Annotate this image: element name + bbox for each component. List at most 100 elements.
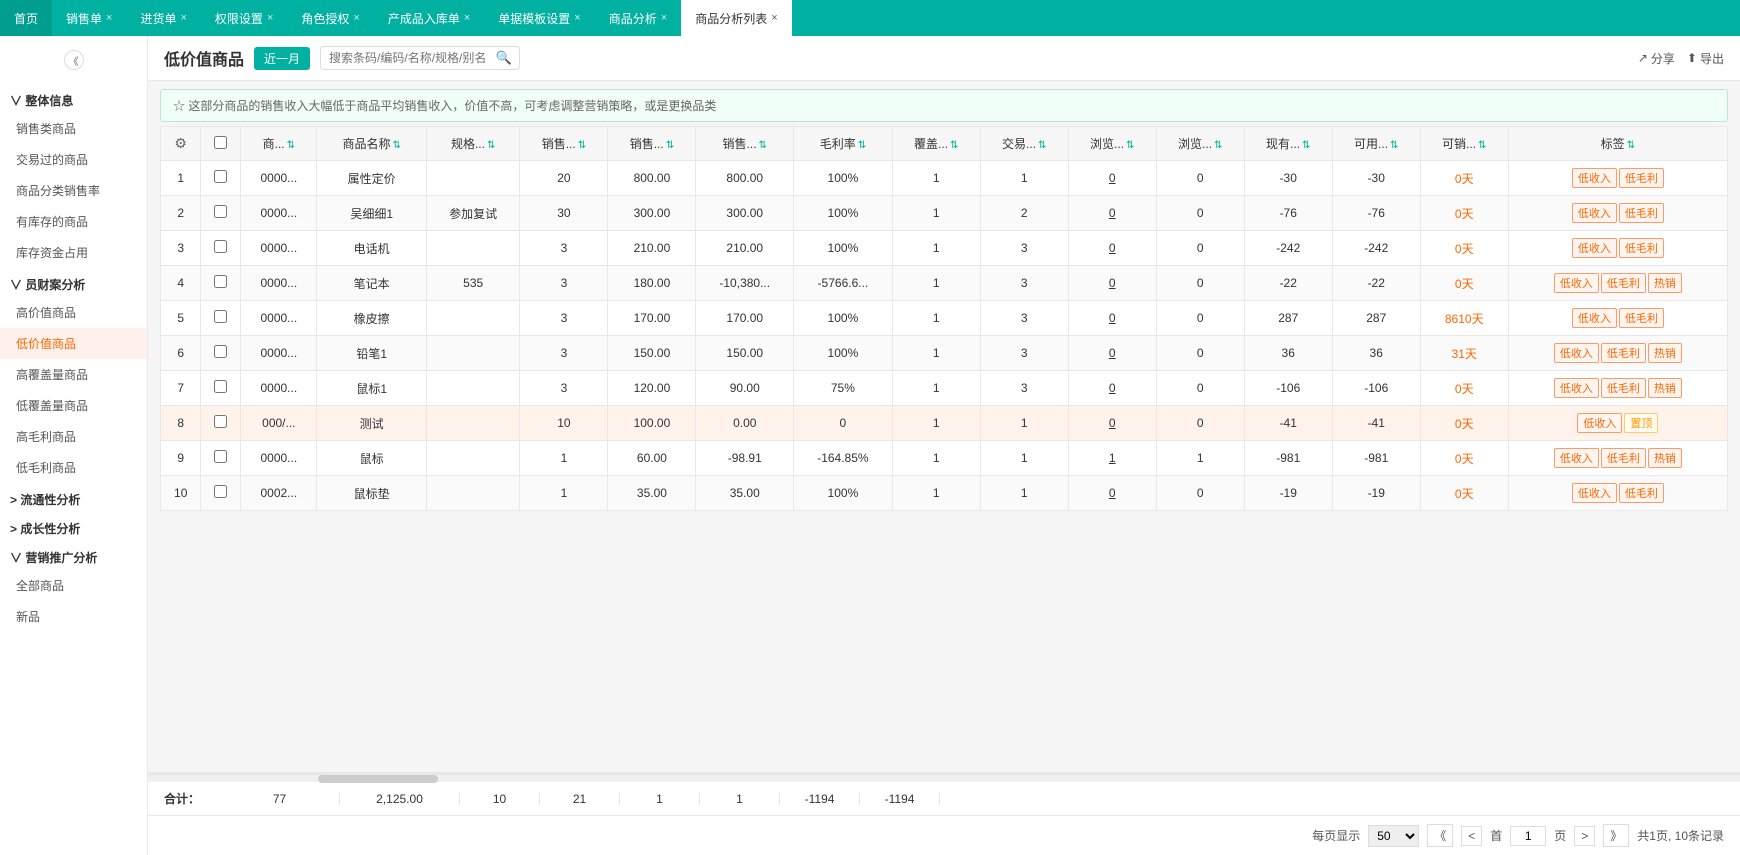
col-current[interactable]: 现有...⇅ bbox=[1244, 127, 1332, 161]
nav-product[interactable]: 产成品入库单 × bbox=[374, 0, 484, 36]
browse-link[interactable]: 0 bbox=[1109, 276, 1116, 290]
sidebar-item-stock-capital[interactable]: 库存资金占用 bbox=[0, 237, 147, 268]
sidebar-item-low-value[interactable]: 低价值商品 bbox=[0, 328, 147, 359]
sidebar-collapse-btn[interactable]: 《 bbox=[64, 50, 84, 70]
cell-browse1[interactable]: 0 bbox=[1068, 161, 1156, 196]
cell-browse1[interactable]: 0 bbox=[1068, 371, 1156, 406]
cell-browse1[interactable]: 0 bbox=[1068, 336, 1156, 371]
sidebar-item-low-coverage[interactable]: 低覆盖量商品 bbox=[0, 390, 147, 421]
cell-browse1[interactable]: 0 bbox=[1068, 231, 1156, 266]
row-checkbox[interactable] bbox=[214, 205, 227, 218]
nav-role[interactable]: 角色授权 × bbox=[287, 0, 373, 36]
row-checkbox[interactable] bbox=[214, 380, 227, 393]
nav-analysis-list[interactable]: 商品分析列表 × bbox=[681, 0, 791, 36]
cell-browse1[interactable]: 0 bbox=[1068, 301, 1156, 336]
col-trade[interactable]: 交易...⇅ bbox=[980, 127, 1068, 161]
export-btn[interactable]: ⬆ 导出 bbox=[1687, 50, 1724, 67]
nav-sales[interactable]: 销售单 × bbox=[52, 0, 126, 36]
col-spec[interactable]: 规格...⇅ bbox=[426, 127, 520, 161]
cell-checkbox[interactable] bbox=[201, 266, 241, 301]
prev-page-btn[interactable]: < bbox=[1461, 826, 1482, 846]
nav-permission[interactable]: 权限设置 × bbox=[201, 0, 287, 36]
cell-browse1[interactable]: 0 bbox=[1068, 476, 1156, 511]
sidebar-item-new-goods[interactable]: 新品 bbox=[0, 601, 147, 632]
nav-purchase[interactable]: 进货单 × bbox=[126, 0, 200, 36]
table-container[interactable]: ⚙ 商...⇅ 商品名称⇅ 规格...⇅ 销售...⇅ 销售...⇅ 销售...… bbox=[160, 126, 1728, 772]
col-browse1[interactable]: 浏览...⇅ bbox=[1068, 127, 1156, 161]
browse-link[interactable]: 0 bbox=[1109, 381, 1116, 395]
nav-close-product[interactable]: × bbox=[464, 12, 470, 24]
nav-template[interactable]: 单据模板设置 × bbox=[484, 0, 594, 36]
sidebar-group-marketing[interactable]: ∨ 营销推广分析 bbox=[0, 541, 147, 570]
sidebar-item-high-value[interactable]: 高价值商品 bbox=[0, 297, 147, 328]
nav-home[interactable]: 首页 bbox=[0, 0, 52, 36]
col-gross-rate[interactable]: 毛利率⇅ bbox=[794, 127, 893, 161]
nav-analysis[interactable]: 商品分析 × bbox=[595, 0, 681, 36]
cell-checkbox[interactable] bbox=[201, 336, 241, 371]
col-tags[interactable]: 标签⇅ bbox=[1508, 127, 1727, 161]
sidebar-item-stock-goods[interactable]: 有库存的商品 bbox=[0, 206, 147, 237]
sidebar-item-all-goods[interactable]: 全部商品 bbox=[0, 570, 147, 601]
scrollbar-area[interactable] bbox=[148, 774, 1740, 782]
sidebar-item-sales-goods[interactable]: 销售类商品 bbox=[0, 113, 147, 144]
cell-checkbox[interactable] bbox=[201, 371, 241, 406]
last-page-btn[interactable]: 》 bbox=[1603, 824, 1629, 847]
nav-close-template[interactable]: × bbox=[574, 12, 580, 24]
browse-link[interactable]: 0 bbox=[1109, 346, 1116, 360]
select-all-checkbox[interactable] bbox=[214, 136, 227, 149]
cell-browse1[interactable]: 0 bbox=[1068, 266, 1156, 301]
cell-browse1[interactable]: 0 bbox=[1068, 406, 1156, 441]
nav-close-analysis-list[interactable]: × bbox=[771, 12, 777, 24]
col-name[interactable]: 商品名称⇅ bbox=[317, 127, 426, 161]
col-saleable[interactable]: 可销...⇅ bbox=[1420, 127, 1508, 161]
cell-checkbox[interactable] bbox=[201, 161, 241, 196]
sidebar-group-growth[interactable]: > 成长性分析 bbox=[0, 512, 147, 541]
browse-link[interactable]: 0 bbox=[1109, 171, 1116, 185]
search-input[interactable] bbox=[320, 46, 520, 70]
browse-link[interactable]: 1 bbox=[1109, 451, 1116, 465]
browse-link[interactable]: 0 bbox=[1109, 206, 1116, 220]
row-checkbox[interactable] bbox=[214, 310, 227, 323]
sidebar-item-high-margin[interactable]: 高毛利商品 bbox=[0, 421, 147, 452]
row-checkbox[interactable] bbox=[214, 415, 227, 428]
row-checkbox[interactable] bbox=[214, 485, 227, 498]
share-btn[interactable]: ↗ 分享 bbox=[1638, 50, 1675, 67]
cell-checkbox[interactable] bbox=[201, 231, 241, 266]
col-sales3[interactable]: 销售...⇅ bbox=[696, 127, 794, 161]
cell-browse1[interactable]: 0 bbox=[1068, 196, 1156, 231]
sidebar-item-low-margin[interactable]: 低毛利商品 bbox=[0, 452, 147, 483]
cell-checkbox[interactable] bbox=[201, 406, 241, 441]
first-page-btn[interactable]: 《 bbox=[1427, 824, 1453, 847]
settings-icon[interactable]: ⚙ bbox=[174, 135, 187, 151]
col-sales2[interactable]: 销售...⇅ bbox=[608, 127, 696, 161]
row-checkbox[interactable] bbox=[214, 345, 227, 358]
filter-btn[interactable]: 近一月 bbox=[254, 47, 310, 70]
nav-close-role[interactable]: × bbox=[353, 12, 359, 24]
cell-checkbox[interactable] bbox=[201, 301, 241, 336]
sidebar-group-overview[interactable]: ∨ 整体信息 bbox=[0, 84, 147, 113]
nav-close-purchase[interactable]: × bbox=[180, 12, 186, 24]
sidebar-group-liquidity[interactable]: > 流通性分析 bbox=[0, 483, 147, 512]
row-checkbox[interactable] bbox=[214, 240, 227, 253]
search-icon[interactable]: 🔍 bbox=[496, 50, 512, 66]
sidebar-item-category-sales-rate[interactable]: 商品分类销售率 bbox=[0, 175, 147, 206]
row-checkbox[interactable] bbox=[214, 450, 227, 463]
cell-checkbox[interactable] bbox=[201, 441, 241, 476]
row-checkbox[interactable] bbox=[214, 170, 227, 183]
cell-browse1[interactable]: 1 bbox=[1068, 441, 1156, 476]
col-sales1[interactable]: 销售...⇅ bbox=[520, 127, 608, 161]
browse-link[interactable]: 0 bbox=[1109, 311, 1116, 325]
col-available[interactable]: 可用...⇅ bbox=[1332, 127, 1420, 161]
row-checkbox[interactable] bbox=[214, 275, 227, 288]
page-size-select[interactable]: 50 100 200 bbox=[1368, 825, 1419, 847]
browse-link[interactable]: 0 bbox=[1109, 416, 1116, 430]
sidebar-group-financial[interactable]: ∨ 员财案分析 bbox=[0, 268, 147, 297]
cell-checkbox[interactable] bbox=[201, 196, 241, 231]
col-browse2[interactable]: 浏览...⇅ bbox=[1156, 127, 1244, 161]
next-page-btn[interactable]: > bbox=[1574, 826, 1595, 846]
sidebar-item-traded-goods[interactable]: 交易过的商品 bbox=[0, 144, 147, 175]
nav-close-sales[interactable]: × bbox=[106, 12, 112, 24]
col-cover[interactable]: 覆盖...⇅ bbox=[892, 127, 980, 161]
nav-close-permission[interactable]: × bbox=[267, 12, 273, 24]
browse-link[interactable]: 0 bbox=[1109, 486, 1116, 500]
